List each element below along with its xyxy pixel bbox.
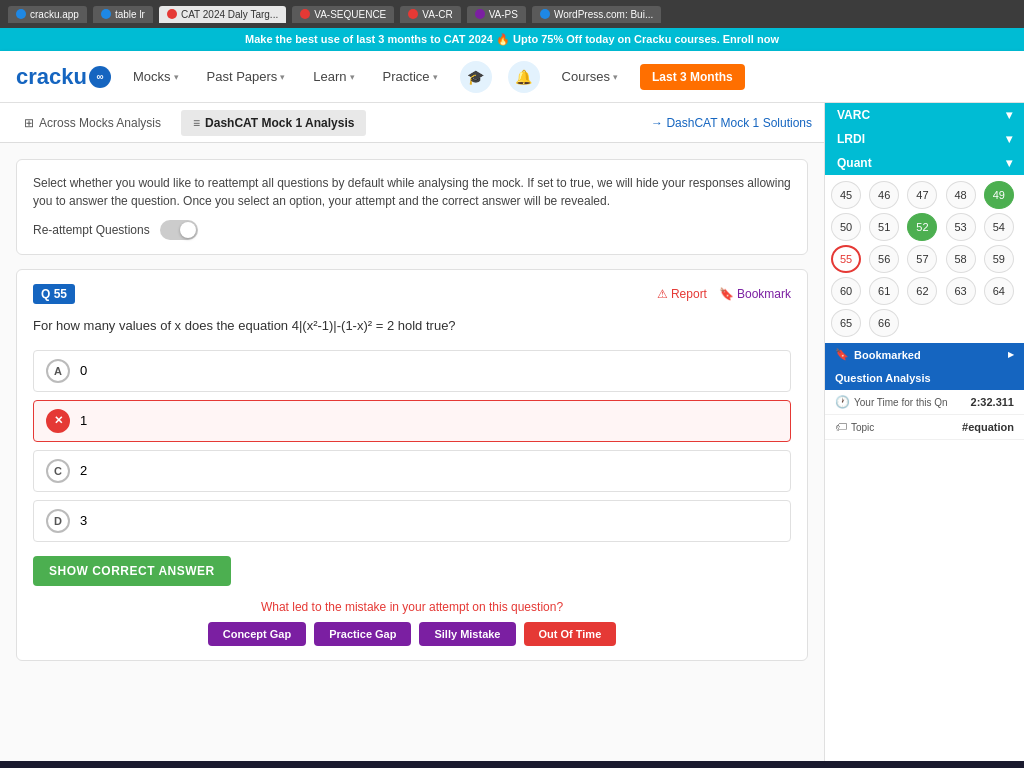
analysis-topic-row: 🏷 Topic #equation	[825, 415, 1024, 440]
question-header: Q 55 ⚠ Report 🔖 Bookmark	[33, 284, 791, 304]
option-a-circle: A	[46, 359, 70, 383]
question-actions: ⚠ Report 🔖 Bookmark	[657, 287, 791, 301]
nav-practice[interactable]: Practice ▾	[377, 65, 444, 88]
tab-icon	[408, 9, 418, 19]
nav-learn[interactable]: Learn ▾	[307, 65, 360, 88]
analysis-tabs-bar: ⊞ Across Mocks Analysis ≡ DashCAT Mock 1…	[0, 103, 824, 143]
reattempt-toggle-row: Re-attempt Questions	[33, 220, 791, 240]
question-number-grid: 45 46 47 48 49 50 51 52 53 54 55 56 57 5…	[825, 175, 1024, 343]
option-b-circle: ✕	[46, 409, 70, 433]
nav-hat-icon[interactable]: 🎓	[460, 61, 492, 93]
option-c[interactable]: C 2	[33, 450, 791, 492]
browser-tab-wordpress[interactable]: WordPress.com: Bui...	[532, 6, 661, 23]
tab-icon	[167, 9, 177, 19]
main-layout: ⊞ Across Mocks Analysis ≡ DashCAT Mock 1…	[0, 103, 1024, 761]
mistake-buttons: Concept Gap Practice Gap Silly Mistake O…	[33, 622, 791, 646]
q-btn-61[interactable]: 61	[869, 277, 899, 305]
q-btn-45[interactable]: 45	[831, 181, 861, 209]
bookmark-button[interactable]: 🔖 Bookmark	[719, 287, 791, 301]
sidebar-quant[interactable]: Quant ▾	[825, 151, 1024, 175]
sidebar-lrdi[interactable]: LRDI ▾	[825, 127, 1024, 151]
browser-tab-cracku[interactable]: cracku.app	[8, 6, 87, 23]
question-panel: Select whether you would like to reattem…	[0, 143, 824, 761]
tab-icon	[540, 9, 550, 19]
analysis-time-row: 🕐 Your Time for this Qn 2:32.311	[825, 390, 1024, 415]
q-btn-66[interactable]: 66	[869, 309, 899, 337]
mistake-practice-button[interactable]: Practice Gap	[314, 622, 411, 646]
browser-tabs-bar: cracku.app table lr CAT 2024 Daly Targ..…	[0, 0, 1024, 28]
show-answer-button[interactable]: SHOW CORRECT ANSWER	[33, 556, 231, 586]
q-btn-48[interactable]: 48	[946, 181, 976, 209]
q-btn-59[interactable]: 59	[984, 245, 1014, 273]
sidebar-varc[interactable]: VARC ▾	[825, 103, 1024, 127]
last3-months-button[interactable]: Last 3 Months	[640, 64, 745, 90]
q-btn-63[interactable]: 63	[946, 277, 976, 305]
logo-icon: ∞	[89, 66, 111, 88]
report-button[interactable]: ⚠ Report	[657, 287, 707, 301]
nav-past-papers[interactable]: Past Papers ▾	[201, 65, 292, 88]
bookmarked-header[interactable]: 🔖 Bookmarked ▸	[825, 343, 1024, 366]
q-btn-51[interactable]: 51	[869, 213, 899, 241]
content-area: ⊞ Across Mocks Analysis ≡ DashCAT Mock 1…	[0, 103, 824, 761]
browser-tab-cat[interactable]: CAT 2024 Daly Targ...	[159, 6, 286, 23]
tab-icon	[475, 9, 485, 19]
q-btn-60[interactable]: 60	[831, 277, 861, 305]
q-btn-62[interactable]: 62	[907, 277, 937, 305]
question-number: Q 55	[33, 284, 75, 304]
q-btn-64[interactable]: 64	[984, 277, 1014, 305]
mistake-silly-button[interactable]: Silly Mistake	[419, 622, 515, 646]
q-btn-55[interactable]: 55	[831, 245, 861, 273]
q-btn-53[interactable]: 53	[946, 213, 976, 241]
question-text: For how many values of x does the equati…	[33, 316, 791, 336]
q-btn-52[interactable]: 52	[907, 213, 937, 241]
tab-dashcat-solutions[interactable]: → DashCAT Mock 1 Solutions	[651, 116, 812, 130]
browser-tab-vaps[interactable]: VA-PS	[467, 6, 526, 23]
q-btn-47[interactable]: 47	[907, 181, 937, 209]
mistake-concept-button[interactable]: Concept Gap	[208, 622, 306, 646]
tab-dashcat-mock1[interactable]: ≡ DashCAT Mock 1 Analysis	[181, 110, 366, 136]
q-btn-50[interactable]: 50	[831, 213, 861, 241]
sidebar: VARC ▾ LRDI ▾ Quant ▾ 45 46 47 48 49 50 …	[824, 103, 1024, 761]
tab-across-mocks[interactable]: ⊞ Across Mocks Analysis	[12, 110, 173, 136]
question-card: Q 55 ⚠ Report 🔖 Bookmark For how many va	[16, 269, 808, 661]
mistake-section: What led to the mistake in your attempt …	[33, 600, 791, 646]
reattempt-toggle[interactable]	[160, 220, 198, 240]
question-analysis-header[interactable]: Question Analysis	[825, 366, 1024, 390]
option-d[interactable]: D 3	[33, 500, 791, 542]
tab-icon	[300, 9, 310, 19]
q-btn-56[interactable]: 56	[869, 245, 899, 273]
q-btn-46[interactable]: 46	[869, 181, 899, 209]
toggle-knob	[180, 222, 196, 238]
browser-tab-vasequence[interactable]: VA-SEQUENCE	[292, 6, 394, 23]
browser-tab-vacr[interactable]: VA-CR	[400, 6, 460, 23]
nav-courses[interactable]: Courses ▾	[556, 65, 624, 88]
browser-tab-table[interactable]: table lr	[93, 6, 153, 23]
option-a[interactable]: A 0	[33, 350, 791, 392]
q-btn-65[interactable]: 65	[831, 309, 861, 337]
option-c-circle: C	[46, 459, 70, 483]
tab-icon	[16, 9, 26, 19]
logo[interactable]: cracku ∞	[16, 64, 111, 90]
q-btn-58[interactable]: 58	[946, 245, 976, 273]
q-btn-54[interactable]: 54	[984, 213, 1014, 241]
q-btn-49[interactable]: 49	[984, 181, 1014, 209]
q-btn-57[interactable]: 57	[907, 245, 937, 273]
promo-banner[interactable]: Make the best use of last 3 months to CA…	[0, 28, 1024, 51]
nav-notification-icon[interactable]: 🔔	[508, 61, 540, 93]
tab-icon	[101, 9, 111, 19]
option-b[interactable]: ✕ 1	[33, 400, 791, 442]
navbar: cracku ∞ Mocks ▾ Past Papers ▾ Learn ▾ P…	[0, 51, 1024, 103]
nav-mocks[interactable]: Mocks ▾	[127, 65, 185, 88]
mistake-time-button[interactable]: Out Of Time	[524, 622, 617, 646]
reattempt-box: Select whether you would like to reattem…	[16, 159, 808, 255]
option-d-circle: D	[46, 509, 70, 533]
